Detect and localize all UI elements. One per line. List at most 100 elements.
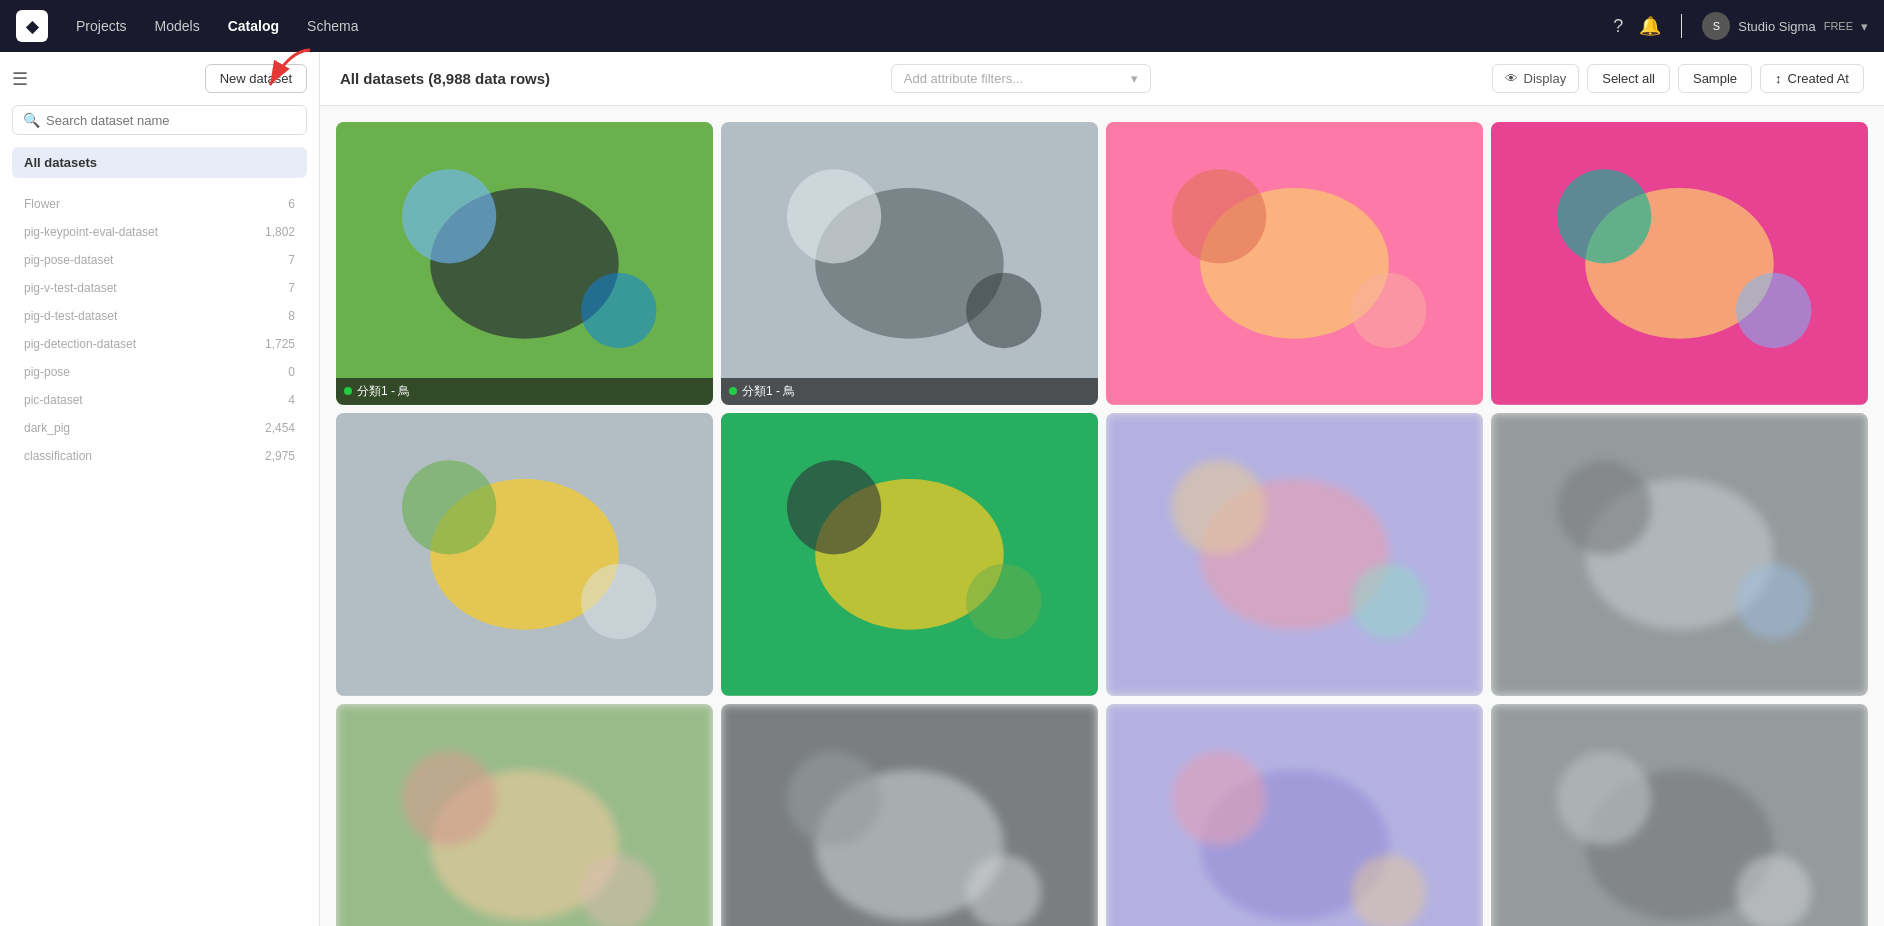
nav-catalog[interactable]: Catalog (216, 12, 291, 40)
nav-models[interactable]: Models (143, 12, 212, 40)
grid-cell[interactable] (1106, 704, 1483, 927)
dataset-name: pig-detection-dataset (24, 337, 136, 351)
layout: ☰ New dataset 🔍 All datasets Flower6pig-… (0, 52, 1884, 926)
svg-point-12 (1351, 273, 1426, 348)
dataset-list-item[interactable]: classification 2,975 (12, 442, 307, 470)
svg-point-8 (966, 273, 1041, 348)
select-all-button[interactable]: Select all (1587, 64, 1670, 93)
sidebar-header: ☰ New dataset (12, 64, 307, 93)
dataset-list-item[interactable]: Flower6 (12, 190, 307, 218)
sort-icon: ↕ (1775, 71, 1782, 86)
image-grid-area: 分類1 - 鳥 分類1 - 鳥 (320, 106, 1884, 926)
dataset-list-item[interactable]: pig-v-test-dataset 7 (12, 274, 307, 302)
dataset-count: 1,725 (265, 337, 295, 351)
hamburger-icon[interactable]: ☰ (12, 68, 28, 90)
eye-icon: 👁 (1505, 71, 1518, 86)
dataset-list-item[interactable]: pic-dataset 4 (12, 386, 307, 414)
nav-projects[interactable]: Projects (64, 12, 139, 40)
dataset-name: classification (24, 449, 92, 463)
filter-dropdown[interactable]: Add attribute filters... ▾ (891, 64, 1151, 93)
dataset-name: pic-dataset (24, 393, 83, 407)
grid-cell[interactable] (721, 413, 1098, 696)
dataset-count: 7 (288, 281, 295, 295)
dataset-list-item[interactable]: pig-d-test-dataset8 (12, 302, 307, 330)
user-menu[interactable]: S Studio Sigma FREE ▾ (1702, 12, 1868, 40)
svg-rect-49 (1106, 704, 1483, 927)
grid-cell[interactable] (1491, 413, 1868, 696)
chevron-down-icon: ▾ (1861, 19, 1868, 34)
svg-rect-34 (1491, 413, 1868, 696)
label-badge: 分類1 - 鳥 (336, 378, 713, 405)
dataset-count: 1,802 (265, 225, 295, 239)
logo[interactable]: ◆ (16, 10, 48, 42)
dataset-list-item[interactable]: pig-keypoint-eval-dataset 1,802 (12, 218, 307, 246)
avatar: S (1702, 12, 1730, 40)
toolbar-right: 👁 Display Select all Sample ↕ Created At (1492, 64, 1864, 93)
image-grid: 分類1 - 鳥 分類1 - 鳥 (336, 122, 1868, 926)
svg-rect-29 (1106, 413, 1483, 696)
notification-icon[interactable]: 🔔 (1639, 15, 1661, 37)
dataset-list: Flower6pig-keypoint-eval-dataset1,802pig… (12, 190, 307, 470)
grid-cell[interactable]: 分類1 - 鳥 (721, 122, 1098, 405)
svg-rect-54 (1491, 704, 1868, 927)
page-title: All datasets (8,988 data rows) (340, 70, 550, 87)
svg-point-16 (1736, 273, 1811, 348)
svg-point-4 (581, 273, 656, 348)
dataset-name: pig-v-test-dataset (24, 281, 117, 295)
svg-rect-44 (721, 704, 1098, 927)
dataset-name: Flower (24, 197, 60, 211)
grid-cell[interactable] (1491, 122, 1868, 405)
dataset-list-item[interactable]: pig-pose-dataset 7 (12, 246, 307, 274)
grid-cell[interactable]: 分類1 - 鳥 (336, 122, 713, 405)
dataset-count: 2,975 (265, 449, 295, 463)
toolbar: All datasets (8,988 data rows) Add attri… (320, 52, 1884, 106)
dataset-count: 2,454 (265, 421, 295, 435)
dataset-count: 7 (288, 253, 295, 267)
svg-point-15 (1557, 169, 1651, 263)
search-icon: 🔍 (23, 112, 40, 128)
dataset-list-item[interactable]: dark_pig2,454 (12, 414, 307, 442)
all-datasets-item[interactable]: All datasets (12, 147, 307, 178)
search-input[interactable] (46, 113, 296, 128)
svg-point-11 (1172, 169, 1266, 263)
display-label: Display (1524, 71, 1567, 86)
sample-button[interactable]: Sample (1678, 64, 1752, 93)
grid-cell[interactable] (336, 704, 713, 927)
svg-point-19 (402, 460, 496, 554)
created-at-label: Created At (1788, 71, 1849, 86)
grid-cell[interactable] (1491, 704, 1868, 927)
chevron-down-icon: ▾ (1131, 71, 1138, 86)
grid-cell[interactable] (1106, 122, 1483, 405)
nav-right: ? 🔔 S Studio Sigma FREE ▾ (1613, 12, 1868, 40)
filter-placeholder: Add attribute filters... (904, 71, 1023, 86)
label-badge: 分類1 - 鳥 (721, 378, 1098, 405)
help-icon[interactable]: ? (1613, 16, 1623, 37)
dataset-list-item[interactable]: pig-detection-dataset 1,725 (12, 330, 307, 358)
grid-cell[interactable] (1106, 413, 1483, 696)
new-dataset-button[interactable]: New dataset (205, 64, 307, 93)
sidebar: ☰ New dataset 🔍 All datasets Flower6pig-… (0, 52, 320, 926)
dataset-count: 4 (288, 393, 295, 407)
grid-cell[interactable] (336, 413, 713, 696)
created-at-button[interactable]: ↕ Created At (1760, 64, 1864, 93)
user-name: Studio Sigma (1738, 19, 1815, 34)
label-dot (729, 387, 737, 395)
label-text: 分類1 - 鳥 (742, 383, 795, 400)
toolbar-left: All datasets (8,988 data rows) (340, 70, 550, 87)
dataset-name: pig-keypoint-eval-dataset (24, 225, 158, 239)
display-button[interactable]: 👁 Display (1492, 64, 1580, 93)
dataset-name: pig-pose-dataset (24, 253, 113, 267)
grid-cell[interactable] (721, 704, 1098, 927)
label-text: 分類1 - 鳥 (357, 383, 410, 400)
dataset-count: 0 (288, 365, 295, 379)
svg-point-20 (581, 564, 656, 639)
nav-divider (1681, 14, 1682, 38)
label-dot (344, 387, 352, 395)
main-content: All datasets (8,988 data rows) Add attri… (320, 52, 1884, 926)
svg-point-3 (402, 169, 496, 263)
dataset-list-item[interactable]: pig-pose0 (12, 358, 307, 386)
dataset-count: 8 (288, 309, 295, 323)
nav-schema[interactable]: Schema (295, 12, 370, 40)
svg-rect-39 (336, 704, 713, 927)
top-navigation: ◆ Projects Models Catalog Schema ? 🔔 S S… (0, 0, 1884, 52)
